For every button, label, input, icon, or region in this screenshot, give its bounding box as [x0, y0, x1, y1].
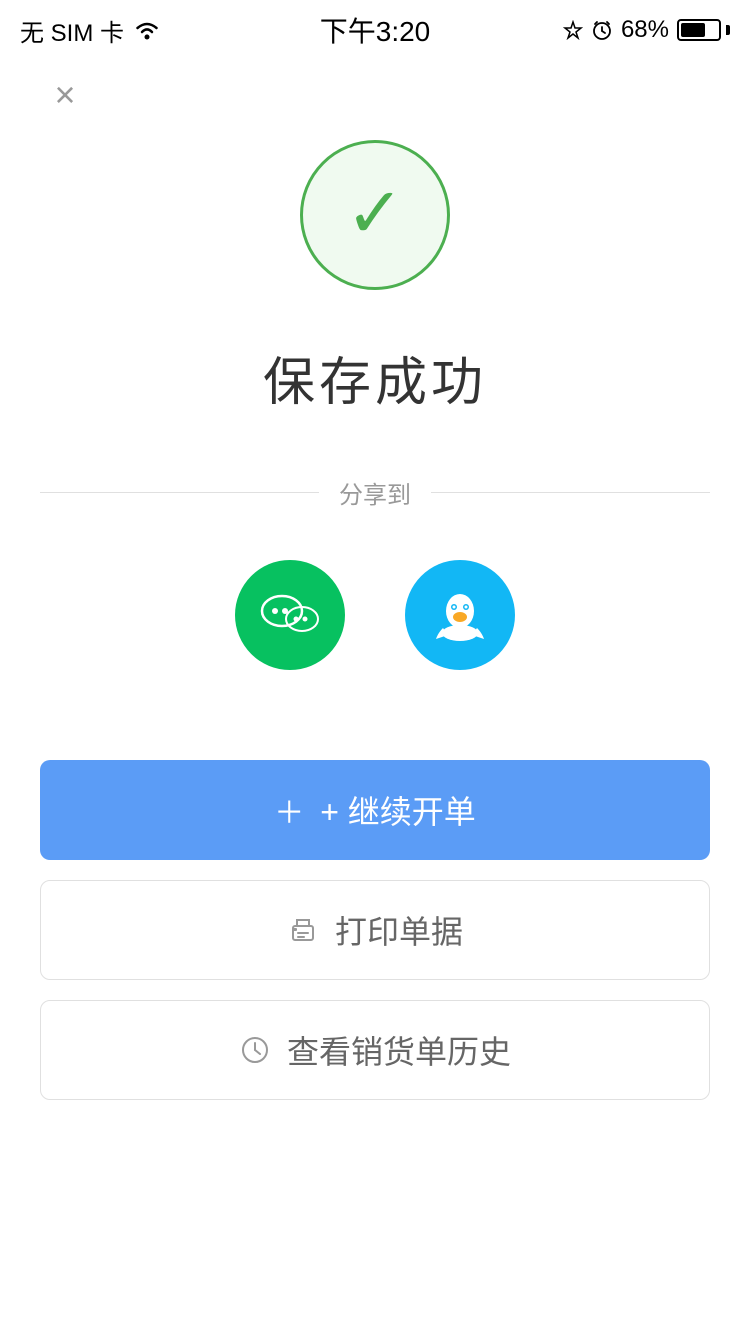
success-section: ✓ 保存成功 — [263, 140, 487, 415]
print-label: 打印单据 — [335, 907, 463, 953]
history-label: 查看销货单历史 — [287, 1027, 511, 1073]
main-content: ✓ 保存成功 分享到 — [0, 60, 750, 1100]
continue-order-button[interactable]: ＋ + 继续开单 — [40, 760, 710, 860]
share-line-right — [431, 492, 710, 493]
actions-section: ＋ + 继续开单 打印单据 — [40, 760, 710, 1100]
wifi-icon — [132, 19, 162, 41]
close-button[interactable]: × — [40, 70, 90, 120]
checkmark-icon: ✓ — [346, 178, 405, 248]
qq-icon — [428, 583, 493, 648]
success-circle: ✓ — [300, 140, 450, 290]
continue-order-label: + 继续开单 — [320, 787, 476, 833]
success-title: 保存成功 — [263, 340, 487, 415]
share-divider: 分享到 — [40, 475, 710, 510]
qq-share-button[interactable] — [405, 560, 515, 670]
history-button[interactable]: 查看销货单历史 — [40, 1000, 710, 1100]
print-icon — [287, 914, 319, 946]
battery-percent: 68% — [621, 16, 669, 44]
share-line-left — [40, 492, 319, 493]
location-icon — [563, 20, 583, 40]
plus-icon: ＋ — [274, 788, 304, 832]
wechat-icon — [258, 583, 323, 648]
share-icons-row — [235, 560, 515, 670]
share-section: 分享到 — [40, 475, 710, 670]
status-bar: 无 SIM 卡 下午3:20 68% — [0, 0, 750, 60]
share-label: 分享到 — [339, 475, 411, 510]
battery-icon — [677, 19, 730, 41]
status-carrier: 无 SIM 卡 — [20, 13, 162, 48]
status-right: 68% — [563, 16, 730, 44]
status-time: 下午3:20 — [320, 10, 431, 50]
print-button[interactable]: 打印单据 — [40, 880, 710, 980]
wechat-share-button[interactable] — [235, 560, 345, 670]
alarm-icon — [591, 19, 613, 41]
history-icon — [239, 1034, 271, 1066]
